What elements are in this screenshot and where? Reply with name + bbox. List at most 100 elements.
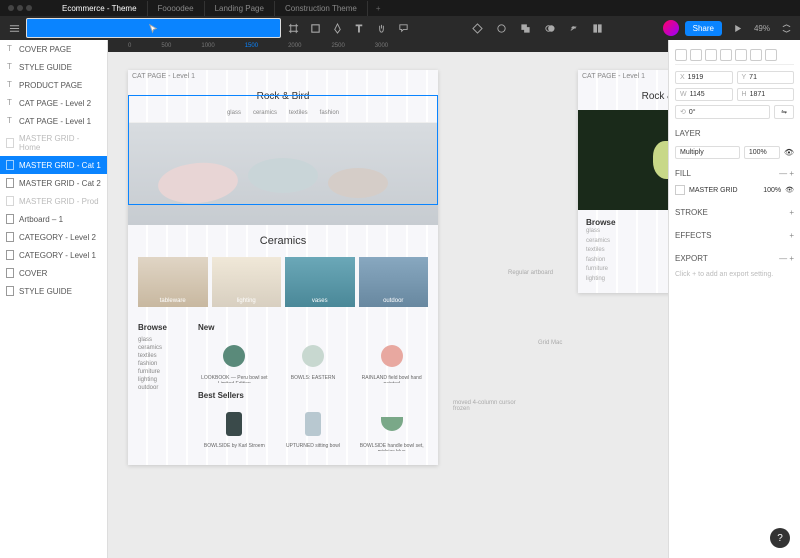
add-fill-icon[interactable]: — + (779, 169, 794, 178)
share-button[interactable]: Share (685, 21, 722, 36)
nav-menu: glassceramicstextilesfashion (128, 110, 438, 123)
layer-styleguide-2[interactable]: STYLE GUIDE (0, 282, 107, 300)
pen-tool[interactable] (327, 18, 347, 38)
menu-icon[interactable] (4, 18, 24, 38)
artboard-secondary[interactable]: CAT PAGE - Level 1 Rock & Bird Table Bro… (578, 70, 668, 293)
artboard-label: CAT PAGE - Level 1 (128, 70, 438, 83)
layer-product-page[interactable]: PRODUCT PAGE (0, 76, 107, 94)
layer-cover[interactable]: COVER (0, 264, 107, 282)
align-middle-icon[interactable] (735, 49, 747, 61)
category-grid: tableware lighting vases outdoor (128, 257, 438, 317)
new-heading: New (198, 323, 428, 332)
layer-master-cat2[interactable]: MASTER GRID - Cat 2 (0, 174, 107, 192)
bestsellers-heading: Best Sellers (198, 391, 428, 400)
cat-outdoor: outdoor (359, 257, 429, 307)
artboard-cat-page[interactable]: CAT PAGE - Level 1 Rock & Bird glasscera… (128, 70, 438, 465)
layer-cat-page-1[interactable]: CAT PAGE - Level 1 (0, 112, 107, 130)
product-row: LOOKBOOK — Peru bowl set Limited Edition… (198, 338, 428, 383)
artboard-label-2: CAT PAGE - Level 1 (578, 70, 668, 83)
toolbar: T Share 49% (0, 16, 800, 40)
fill-name: MASTER GRID (689, 187, 759, 194)
component-icon[interactable] (468, 18, 488, 38)
mask-icon[interactable] (492, 18, 512, 38)
layer-cat-page-2[interactable]: CAT PAGE - Level 2 (0, 94, 107, 112)
move-tool[interactable] (26, 18, 281, 38)
rotation-field[interactable]: ⟲0° (675, 105, 770, 119)
add-export-icon[interactable]: — + (779, 254, 794, 263)
annotation-2: Grid Mac (538, 340, 562, 346)
zoom-level[interactable]: 49% (754, 24, 770, 33)
link-icon[interactable] (564, 18, 584, 38)
layers-panel: COVER PAGE STYLE GUIDE PRODUCT PAGE CAT … (0, 40, 108, 558)
layer-cover-page[interactable]: COVER PAGE (0, 40, 107, 58)
cat-vases: vases (285, 257, 355, 307)
w-field[interactable]: W1145 (675, 88, 733, 101)
ruler-horizontal: 050010001500200025003000 (108, 40, 668, 52)
window-controls[interactable] (8, 5, 32, 11)
browse-sidebar: Browse glassceramicstextilesfashionfurni… (138, 323, 188, 459)
annotation-1: Regular artboard (508, 270, 553, 276)
layer-master-cat1[interactable]: MASTER GRID - Cat 1 (0, 156, 107, 174)
stroke-section: STROKE+ (675, 204, 794, 221)
shape-tool[interactable] (305, 18, 325, 38)
annotation-3: moved 4-column cursor frozen (453, 400, 523, 412)
canvas[interactable]: 050010001500200025003000 CAT PAGE - Leve… (108, 40, 668, 558)
tab-construction[interactable]: Construction Theme (275, 1, 368, 16)
tab-ecommerce[interactable]: Ecommerce - Theme (52, 1, 148, 16)
align-left-icon[interactable] (675, 49, 687, 61)
title-bar: Ecommerce - Theme Foooodee Landing Page … (0, 0, 800, 16)
avatar[interactable] (663, 20, 679, 36)
y-field[interactable]: Y71 (737, 71, 795, 84)
add-stroke-icon[interactable]: + (789, 208, 794, 217)
cat-lighting: lighting (212, 257, 282, 307)
product-row: BOWLSIDE by Karl Stroem UPTURNED sitting… (198, 406, 428, 451)
help-button[interactable]: ? (770, 528, 790, 548)
opacity-field[interactable]: 100% (744, 146, 780, 159)
layer-master-home[interactable]: MASTER GRID - Home (0, 130, 107, 156)
fill-opacity[interactable]: 100% (763, 187, 781, 194)
eye-icon[interactable]: 👁 (784, 148, 794, 157)
hero-image-2: Table (578, 110, 668, 210)
export-section: EXPORT— + (675, 250, 794, 267)
boolean-icon[interactable] (540, 18, 560, 38)
layer-style-guide[interactable]: STYLE GUIDE (0, 58, 107, 76)
document-tabs: Ecommerce - Theme Foooodee Landing Page … (52, 1, 389, 16)
hand-tool[interactable] (371, 18, 391, 38)
inspector-panel: X1919 Y71 W1145 H1871 ⟲0° ⇋ LAYER Multip… (668, 40, 800, 558)
frame-tool[interactable] (283, 18, 303, 38)
tab-foooodee[interactable]: Foooodee (148, 1, 205, 16)
browse-list-2: Browse glassceramicstextilesfashionfurni… (578, 210, 668, 293)
zoom-options-icon[interactable] (776, 18, 796, 38)
h-field[interactable]: H1871 (737, 88, 795, 101)
tab-landing[interactable]: Landing Page (205, 1, 275, 16)
layout-icon[interactable] (588, 18, 608, 38)
text-tool[interactable]: T (349, 18, 369, 38)
blend-mode-select[interactable]: Multiply (675, 146, 740, 159)
add-tab-button[interactable]: + (368, 1, 389, 16)
x-field[interactable]: X1919 (675, 71, 733, 84)
present-icon[interactable] (728, 18, 748, 38)
layer-master-prod[interactable]: MASTER GRID - Prod (0, 192, 107, 210)
union-icon[interactable] (516, 18, 536, 38)
align-controls (675, 46, 794, 65)
fill-section: FILL— + (675, 165, 794, 182)
flip-button[interactable]: ⇋ (774, 105, 794, 119)
align-center-icon[interactable] (690, 49, 702, 61)
brand-title-2: Rock & Bird (578, 83, 668, 110)
fill-swatch[interactable] (675, 185, 685, 195)
layer-category-2[interactable]: CATEGORY - Level 2 (0, 228, 107, 246)
align-bottom-icon[interactable] (750, 49, 762, 61)
add-effect-icon[interactable]: + (789, 231, 794, 240)
align-right-icon[interactable] (705, 49, 717, 61)
brand-title: Rock & Bird (128, 83, 438, 110)
align-top-icon[interactable] (720, 49, 732, 61)
export-hint: Click + to add an export setting. (675, 267, 794, 282)
fill-visible-icon[interactable]: 👁 (785, 186, 794, 194)
distribute-icon[interactable] (765, 49, 777, 61)
layer-category-1[interactable]: CATEGORY - Level 1 (0, 246, 107, 264)
comment-tool[interactable] (393, 18, 413, 38)
cat-tableware: tableware (138, 257, 208, 307)
svg-text:T: T (356, 24, 362, 34)
layer-artboard-1[interactable]: Artboard – 1 (0, 210, 107, 228)
page-heading: Ceramics (128, 225, 438, 257)
